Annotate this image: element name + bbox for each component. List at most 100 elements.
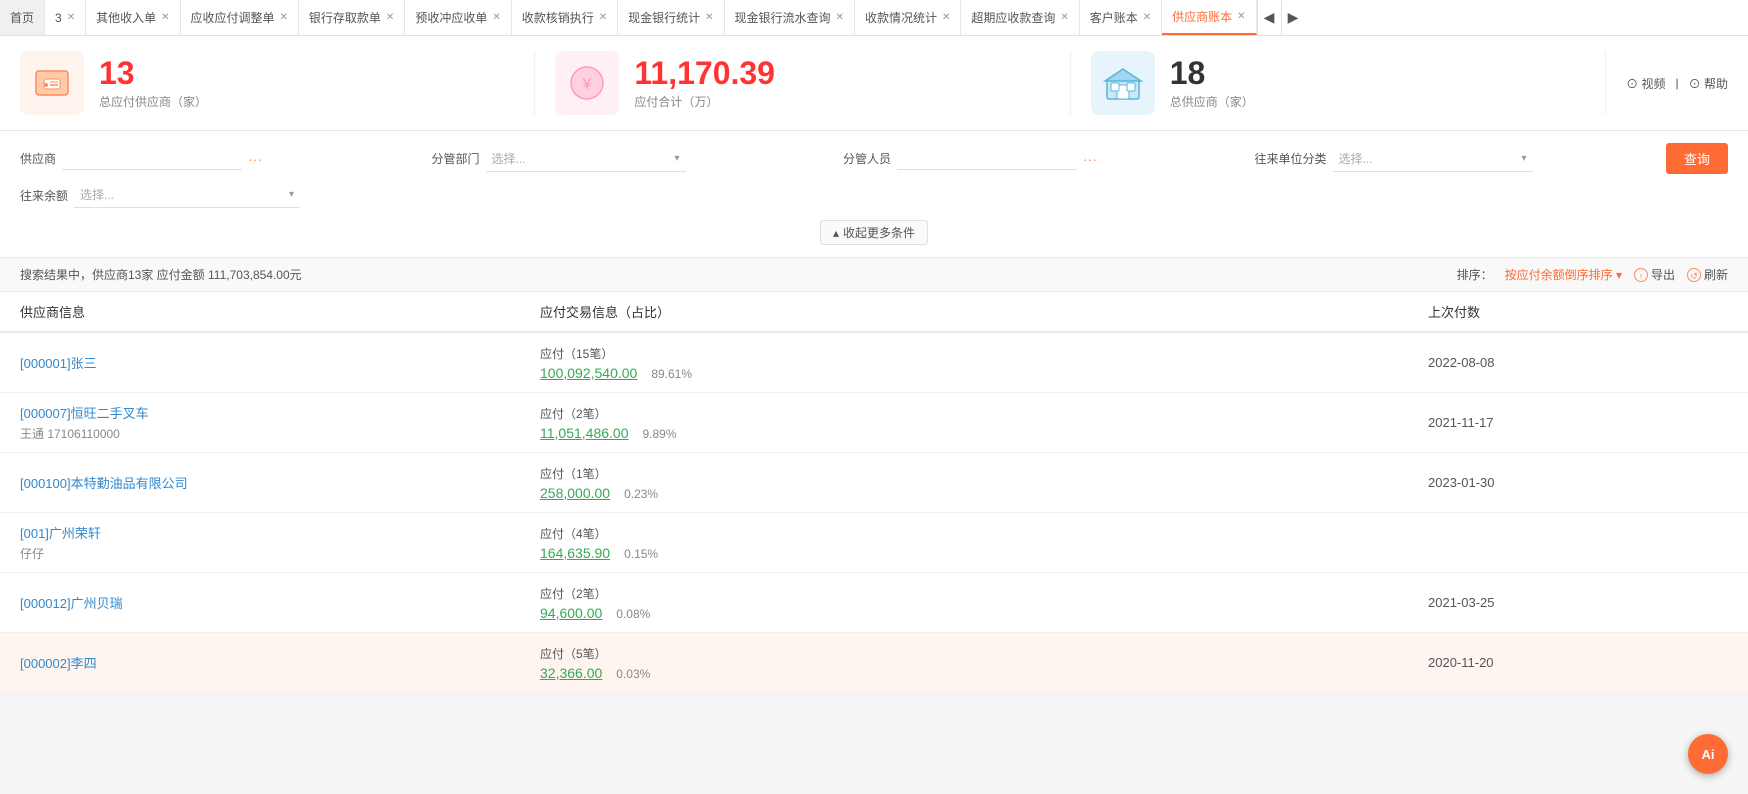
stat-label-total: 总供应商（家） (1170, 93, 1254, 110)
table-row: [000001]张三 应付（15笔） 100,092,540.00 89.61%… (0, 333, 1748, 393)
balance-filter-label: 往来余额 (20, 187, 68, 204)
close-tab-receipt-stat[interactable]: ✕ (942, 12, 950, 23)
filter-supplier: 供应商 ··· (20, 147, 422, 170)
stat-value-amount: 11,170.39 (634, 57, 775, 89)
top-navigation: 首页 3 ✕ 其他收入单 ✕ 应收应付调整单 ✕ 银行存取款单 ✕ 预收冲应收单… (0, 0, 1748, 36)
close-tab-overdue-query[interactable]: ✕ (1060, 12, 1068, 23)
nav-tab-overdue-query[interactable]: 超期应收款查询 ✕ (961, 0, 1079, 35)
close-tab-advance-receipt[interactable]: ✕ (492, 12, 500, 23)
table-header: 供应商信息 应付交易信息（占比） 上次付数 (0, 292, 1748, 333)
supplier-filter-input[interactable] (62, 147, 242, 170)
nav-tab-overdue-query-label: 超期应收款查询 (971, 9, 1055, 26)
nav-tab-receipt-stat-label: 收款情况统计 (865, 9, 937, 26)
trans-amount-4[interactable]: 164,635.90 (540, 545, 610, 561)
close-tab-customer-account[interactable]: ✕ (1143, 12, 1151, 23)
department-filter-label: 分管部门 (432, 150, 480, 167)
nav-tab-cash-bank-flow[interactable]: 现金银行流水查询 ✕ (725, 0, 855, 35)
nav-tab-other-income[interactable]: 其他收入单 ✕ (86, 0, 180, 35)
nav-arrow-left[interactable]: ◀ (1257, 0, 1281, 35)
supplier-contact-4: 仔仔 (20, 545, 540, 562)
close-tab-ar-adjustment[interactable]: ✕ (280, 12, 288, 23)
close-tab-bank-deposit[interactable]: ✕ (386, 12, 394, 23)
nav-tab-customer-account[interactable]: 客户账本 ✕ (1080, 0, 1162, 35)
last-pay-3: 2023-01-30 (1428, 475, 1728, 490)
nav-tab-supplier-account-label: 供应商账本 (1172, 8, 1232, 25)
nav-tab-receipt-stat[interactable]: 收款情况统计 ✕ (855, 0, 961, 35)
supplier-link-2[interactable]: [000007]恒旺二手叉车 (20, 406, 149, 421)
nav-tab-cash-bank-flow-label: 现金银行流水查询 (735, 9, 831, 26)
supplier-link-4[interactable]: [001]广州荣轩 (20, 526, 101, 541)
trans-row-1: 100,092,540.00 89.61% (540, 365, 1428, 381)
nav-tab-supplier-account[interactable]: 供应商账本 ✕ (1162, 0, 1256, 35)
department-chevron-down-icon: ▾ (674, 153, 679, 164)
svg-text:¥: ¥ (582, 76, 592, 93)
supplier-contact-2: 王通 17106110000 (20, 425, 540, 442)
ai-assistant-button[interactable]: Ai (1688, 734, 1728, 774)
close-tab-3[interactable]: ✕ (67, 12, 75, 23)
nav-tab-cash-bank-stat-label: 现金银行统计 (628, 9, 700, 26)
close-tab-supplier-account[interactable]: ✕ (1237, 11, 1245, 22)
stat-content-total: 18 总供应商（家） (1170, 57, 1254, 110)
category-filter-label: 往来单位分类 (1255, 150, 1327, 167)
trans-percent-3: 0.23% (624, 487, 658, 501)
results-summary: 搜索结果中，供应商13家 应付金额 111,703,854.00元 (20, 266, 302, 283)
refresh-button[interactable]: ↺ 刷新 (1687, 266, 1728, 283)
trans-percent-5: 0.08% (616, 607, 650, 621)
person-dots-button[interactable]: ··· (1083, 151, 1097, 167)
supplier-link-6[interactable]: [000002]李四 (20, 656, 97, 671)
filter-person: 分管人员 ··· (843, 147, 1245, 170)
supplier-link-5[interactable]: [000012]广州贝瑞 (20, 596, 123, 611)
help-link[interactable]: ⊙ 帮助 (1689, 75, 1728, 92)
nav-tab-cash-bank-stat[interactable]: 现金银行统计 ✕ (618, 0, 724, 35)
nav-tab-ar-adjustment[interactable]: 应收应付调整单 ✕ (181, 0, 299, 35)
balance-dropdown[interactable]: 选择... ▾ (74, 182, 300, 208)
nav-tab-receipt-verify[interactable]: 收款核销执行 ✕ (512, 0, 618, 35)
last-pay-6: 2020-11-20 (1428, 655, 1728, 670)
trans-label-3: 应付（1笔） (540, 465, 1428, 482)
supplier-dots-button[interactable]: ··· (248, 151, 262, 167)
nav-tab-advance-receipt[interactable]: 预收冲应收单 ✕ (405, 0, 511, 35)
nav-tab-3[interactable]: 3 ✕ (45, 0, 86, 35)
close-tab-other-income[interactable]: ✕ (161, 12, 169, 23)
nav-tab-bank-deposit[interactable]: 银行存取款单 ✕ (299, 0, 405, 35)
chevron-up-icon: ▴ (833, 226, 839, 240)
trans-label-5: 应付（2笔） (540, 585, 1428, 602)
store-icon (1091, 51, 1155, 115)
trans-amount-6[interactable]: 32,366.00 (540, 665, 602, 681)
collapse-button[interactable]: ▴ 收起更多条件 (820, 220, 928, 245)
export-icon: ↑ (1634, 268, 1648, 282)
department-dropdown[interactable]: 选择... ▾ (486, 146, 686, 172)
help-icon: ⊙ (1689, 77, 1701, 91)
supplier-filter-label: 供应商 (20, 150, 56, 167)
nav-arrow-right[interactable]: ▶ (1281, 0, 1305, 35)
close-tab-cash-bank-stat[interactable]: ✕ (705, 12, 713, 23)
nav-tab-bank-deposit-label: 银行存取款单 (309, 9, 381, 26)
video-link[interactable]: ⊙ 视频 (1626, 75, 1665, 92)
close-tab-receipt-verify[interactable]: ✕ (599, 12, 607, 23)
amount-icon: ¥ (555, 51, 619, 115)
supplier-link-1[interactable]: [000001]张三 (20, 356, 97, 371)
supplier-link-3[interactable]: [000100]本特勤油品有限公司 (20, 476, 188, 491)
balance-chevron-down-icon: ▾ (289, 189, 294, 200)
stat-block-total-suppliers: 18 总供应商（家） (1091, 51, 1606, 115)
close-tab-cash-bank-flow[interactable]: ✕ (836, 12, 844, 23)
trans-amount-3[interactable]: 258,000.00 (540, 485, 610, 501)
trans-amount-2[interactable]: 11,051,486.00 (540, 425, 629, 441)
export-button[interactable]: ↑ 导出 (1634, 266, 1675, 283)
ai-label: Ai (1702, 747, 1715, 762)
stat-label-suppliers: 总应付供应商（家） (99, 93, 207, 110)
last-pay-1: 2022-08-08 (1428, 355, 1728, 370)
col-supplier-info: 供应商信息 (20, 302, 540, 321)
category-dropdown[interactable]: 选择... ▾ (1333, 146, 1533, 172)
table-row: [000100]本特勤油品有限公司 应付（1笔） 258,000.00 0.23… (0, 453, 1748, 513)
sort-value[interactable]: 按应付余额倒序排序 ▾ (1505, 266, 1622, 283)
trans-amount-1[interactable]: 100,092,540.00 (540, 365, 637, 381)
collapse-bar: ▴ 收起更多条件 (20, 216, 1728, 249)
trans-amount-5[interactable]: 94,600.00 (540, 605, 602, 621)
trans-row-6: 32,366.00 0.03% (540, 665, 1428, 681)
trans-label-4: 应付（4笔） (540, 525, 1428, 542)
nav-tab-home[interactable]: 首页 (0, 0, 45, 35)
query-button[interactable]: 查询 (1666, 143, 1728, 174)
filter-row-1: 供应商 ··· 分管部门 选择... ▾ 分管人员 ··· 往来单位分类 选择.… (20, 143, 1728, 174)
person-filter-input[interactable] (897, 147, 1077, 170)
